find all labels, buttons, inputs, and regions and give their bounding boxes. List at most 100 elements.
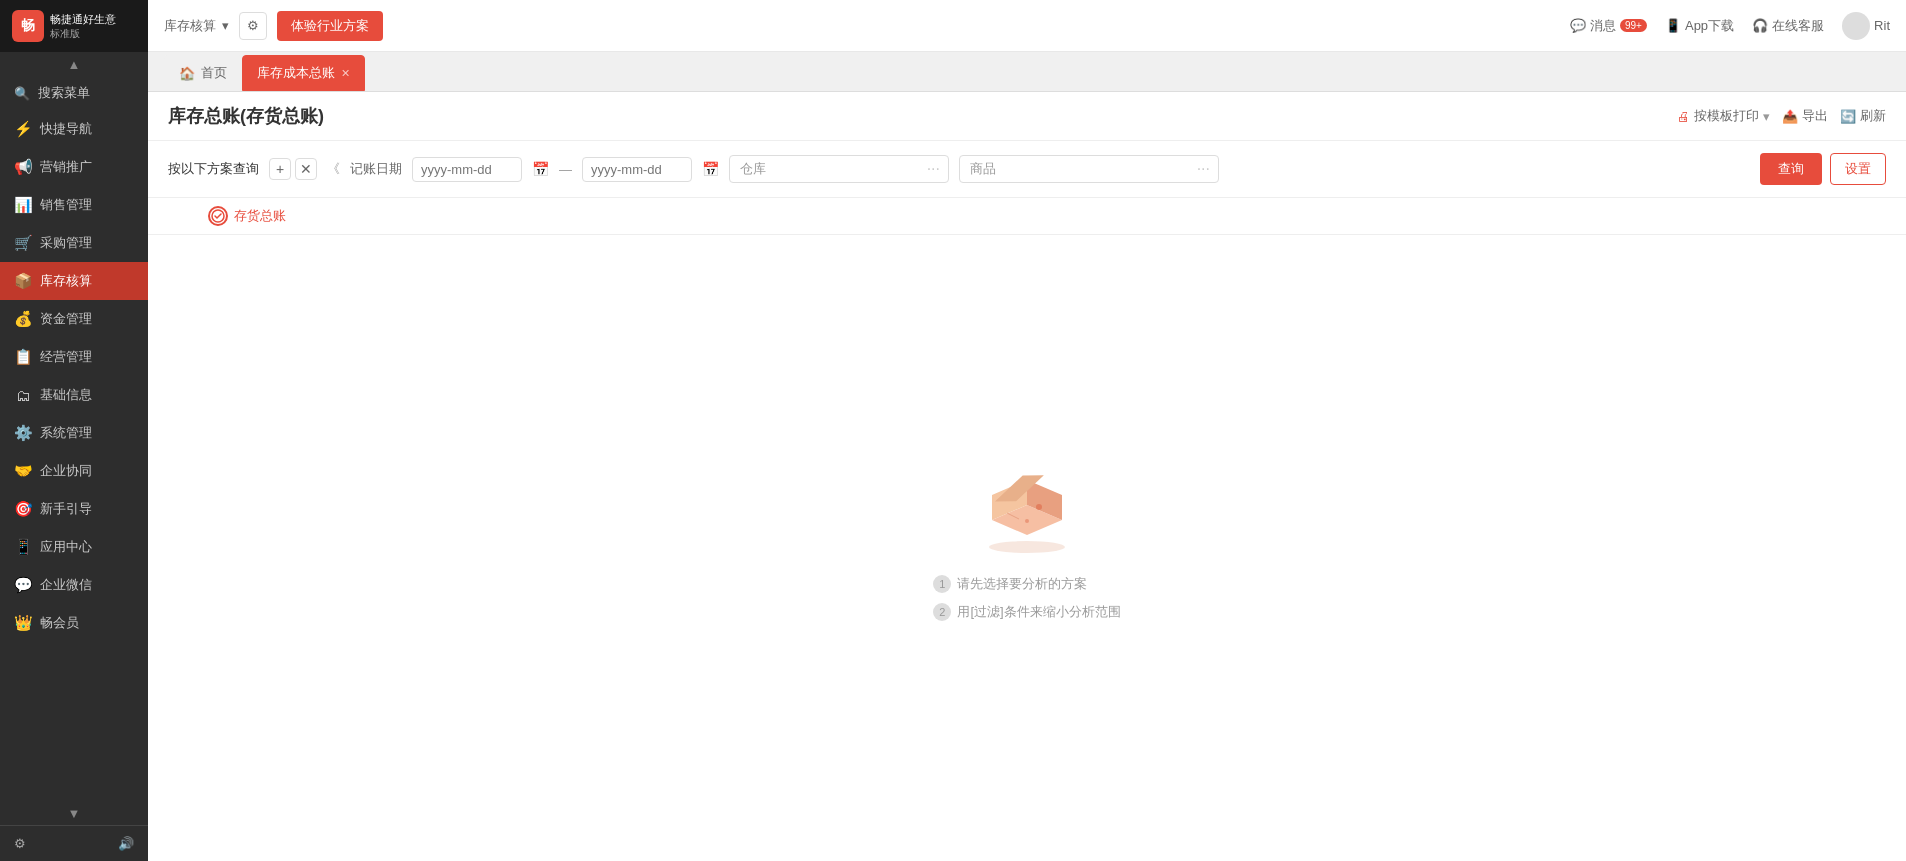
sub-filter-label: 存货总账 xyxy=(234,207,286,225)
newbie-icon: 🎯 xyxy=(14,500,32,518)
sidebar: 畅 畅捷通好生意 标准版 ▲ 🔍 搜索菜单 ⚡ 快捷导航 📢 营销推广 📊 销售… xyxy=(0,0,148,861)
sidebar-item-label: 快捷导航 xyxy=(40,120,92,138)
calendar-start-icon[interactable]: 📅 xyxy=(532,161,549,177)
page-header-actions: 🖨 按模板打印 ▾ 📤 导出 🔄 刷新 xyxy=(1677,107,1886,125)
message-label: 消息 xyxy=(1590,17,1616,35)
vip-icon: 👑 xyxy=(14,614,32,632)
sidebar-search[interactable]: 🔍 搜索菜单 xyxy=(0,76,148,110)
wechat-icon: 💬 xyxy=(14,576,32,594)
sidebar-item-sales[interactable]: 📊 销售管理 xyxy=(0,186,148,224)
sidebar-item-label: 企业微信 xyxy=(40,576,92,594)
empty-visual xyxy=(977,465,1077,555)
filter-settings-button[interactable]: 设置 xyxy=(1830,153,1886,185)
sub-filter-inventory-ledger[interactable]: 存货总账 xyxy=(208,206,286,226)
sidebar-item-vip[interactable]: 👑 畅会员 xyxy=(0,604,148,642)
print-dropdown-icon[interactable]: ▾ xyxy=(1763,109,1770,124)
main-area: 库存核算 ▾ ⚙ 体验行业方案 💬 消息 99+ 📱 App下载 🎧 在线客服 … xyxy=(148,0,1906,861)
messages-button[interactable]: 💬 消息 99+ xyxy=(1570,17,1647,35)
product-selector[interactable]: 商品 ··· xyxy=(959,155,1219,183)
empty-state: 1 请先选择要分析的方案 2 用[过滤]条件来缩小分析范围 xyxy=(148,235,1906,861)
tab-close-icon[interactable]: ✕ xyxy=(341,67,350,80)
topbar-right: 💬 消息 99+ 📱 App下载 🎧 在线客服 Rit xyxy=(1570,12,1890,40)
date-end-input[interactable] xyxy=(582,157,692,182)
filter-right: 查询 设置 xyxy=(1760,153,1886,185)
sidebar-item-system[interactable]: ⚙️ 系统管理 xyxy=(0,414,148,452)
sidebar-item-label: 资金管理 xyxy=(40,310,92,328)
online-service-label: 在线客服 xyxy=(1772,17,1824,35)
industry-btn[interactable]: 体验行业方案 xyxy=(277,11,383,41)
warehouse-selector[interactable]: 仓库 ··· xyxy=(729,155,949,183)
page-title: 库存总账(存货总账) xyxy=(168,104,324,128)
sidebar-item-newbie[interactable]: 🎯 新手引导 xyxy=(0,490,148,528)
settings-icon[interactable]: ⚙ xyxy=(14,836,26,851)
sidebar-item-label: 基础信息 xyxy=(40,386,92,404)
sidebar-item-basic[interactable]: 🗂 基础信息 xyxy=(0,376,148,414)
query-button[interactable]: 查询 xyxy=(1760,153,1822,185)
sidebar-item-app-center[interactable]: 📱 应用中心 xyxy=(0,528,148,566)
filter-bar: 按以下方案查询 + ✕ 《 记账日期 📅 — 📅 仓库 ··· 商品 xyxy=(148,141,1906,198)
app-download-button[interactable]: 📱 App下载 xyxy=(1665,17,1734,35)
step-2: 2 用[过滤]条件来缩小分析范围 xyxy=(933,603,1120,621)
date-start-input[interactable] xyxy=(412,157,522,182)
search-icon: 🔍 xyxy=(14,86,30,101)
print-label: 按模板打印 xyxy=(1694,107,1759,125)
warehouse-more-icon: ··· xyxy=(927,160,940,178)
sidebar-item-marketing[interactable]: 📢 营销推广 xyxy=(0,148,148,186)
app-logo: 畅 畅捷通好生意 标准版 xyxy=(0,0,148,52)
online-service-button[interactable]: 🎧 在线客服 xyxy=(1752,17,1824,35)
tab-home[interactable]: 🏠 首页 xyxy=(164,55,242,91)
empty-illustration xyxy=(977,465,1077,555)
chevron-down-icon: ▾ xyxy=(222,18,229,33)
calendar-end-icon[interactable]: 📅 xyxy=(702,161,719,177)
refresh-label: 刷新 xyxy=(1860,107,1886,125)
print-button[interactable]: 🖨 按模板打印 ▾ xyxy=(1677,107,1770,125)
sidebar-item-wechat[interactable]: 💬 企业微信 xyxy=(0,566,148,604)
inventory-icon: 📦 xyxy=(14,272,32,290)
breadcrumb: 库存核算 ▾ xyxy=(164,17,229,35)
sidebar-item-label: 企业协同 xyxy=(40,462,92,480)
step-1-num: 1 xyxy=(933,575,951,593)
sidebar-item-inventory[interactable]: 📦 库存核算 xyxy=(0,262,148,300)
record-date-label: 记账日期 xyxy=(350,160,402,178)
quick-nav-icon: ⚡ xyxy=(14,120,32,138)
date-separator: — xyxy=(559,162,572,177)
app-download-icon: 📱 xyxy=(1665,18,1681,33)
avatar xyxy=(1842,12,1870,40)
breadcrumb-text: 库存核算 xyxy=(164,17,216,35)
app-center-icon: 📱 xyxy=(14,538,32,556)
sound-icon[interactable]: 🔊 xyxy=(118,836,134,851)
step-1: 1 请先选择要分析的方案 xyxy=(933,575,1120,593)
product-more-icon: ··· xyxy=(1197,160,1210,178)
sidebar-item-label: 新手引导 xyxy=(40,500,92,518)
refresh-button[interactable]: 🔄 刷新 xyxy=(1840,107,1886,125)
filter-actions: + ✕ xyxy=(269,158,317,180)
filter-add-button[interactable]: + xyxy=(269,158,291,180)
svg-point-1 xyxy=(989,541,1065,553)
filter-delete-button[interactable]: ✕ xyxy=(295,158,317,180)
sidebar-scroll-up[interactable]: ▲ xyxy=(0,52,148,76)
product-label: 商品 xyxy=(970,160,996,178)
sidebar-item-operation[interactable]: 📋 经营管理 xyxy=(0,338,148,376)
sidebar-item-label: 库存核算 xyxy=(40,272,92,290)
basic-icon: 🗂 xyxy=(14,387,32,404)
warehouse-label: 仓库 xyxy=(740,160,766,178)
sidebar-item-purchase[interactable]: 🛒 采购管理 xyxy=(0,224,148,262)
app-download-label: App下载 xyxy=(1685,17,1734,35)
filter-fields: 记账日期 📅 — 📅 仓库 ··· 商品 ··· xyxy=(350,155,1219,183)
export-button[interactable]: 📤 导出 xyxy=(1782,107,1828,125)
home-icon: 🏠 xyxy=(179,66,195,81)
settings-gear-button[interactable]: ⚙ xyxy=(239,12,267,40)
tab-inventory-cost[interactable]: 库存成本总账 ✕ xyxy=(242,55,365,91)
tab-bar: 🏠 首页 库存成本总账 ✕ xyxy=(148,52,1906,92)
operation-icon: 📋 xyxy=(14,348,32,366)
filter-collapse-icon[interactable]: 《 xyxy=(327,160,340,178)
empty-steps: 1 请先选择要分析的方案 2 用[过滤]条件来缩小分析范围 xyxy=(933,575,1120,631)
sidebar-search-label: 搜索菜单 xyxy=(38,84,90,102)
sidebar-item-finance[interactable]: 💰 资金管理 xyxy=(0,300,148,338)
sidebar-scroll-down[interactable]: ▼ xyxy=(0,801,148,825)
export-icon: 📤 xyxy=(1782,109,1798,124)
print-icon: 🖨 xyxy=(1677,109,1690,124)
sidebar-item-quick-nav[interactable]: ⚡ 快捷导航 xyxy=(0,110,148,148)
user-avatar-button[interactable]: Rit xyxy=(1842,12,1890,40)
sidebar-item-enterprise[interactable]: 🤝 企业协同 xyxy=(0,452,148,490)
